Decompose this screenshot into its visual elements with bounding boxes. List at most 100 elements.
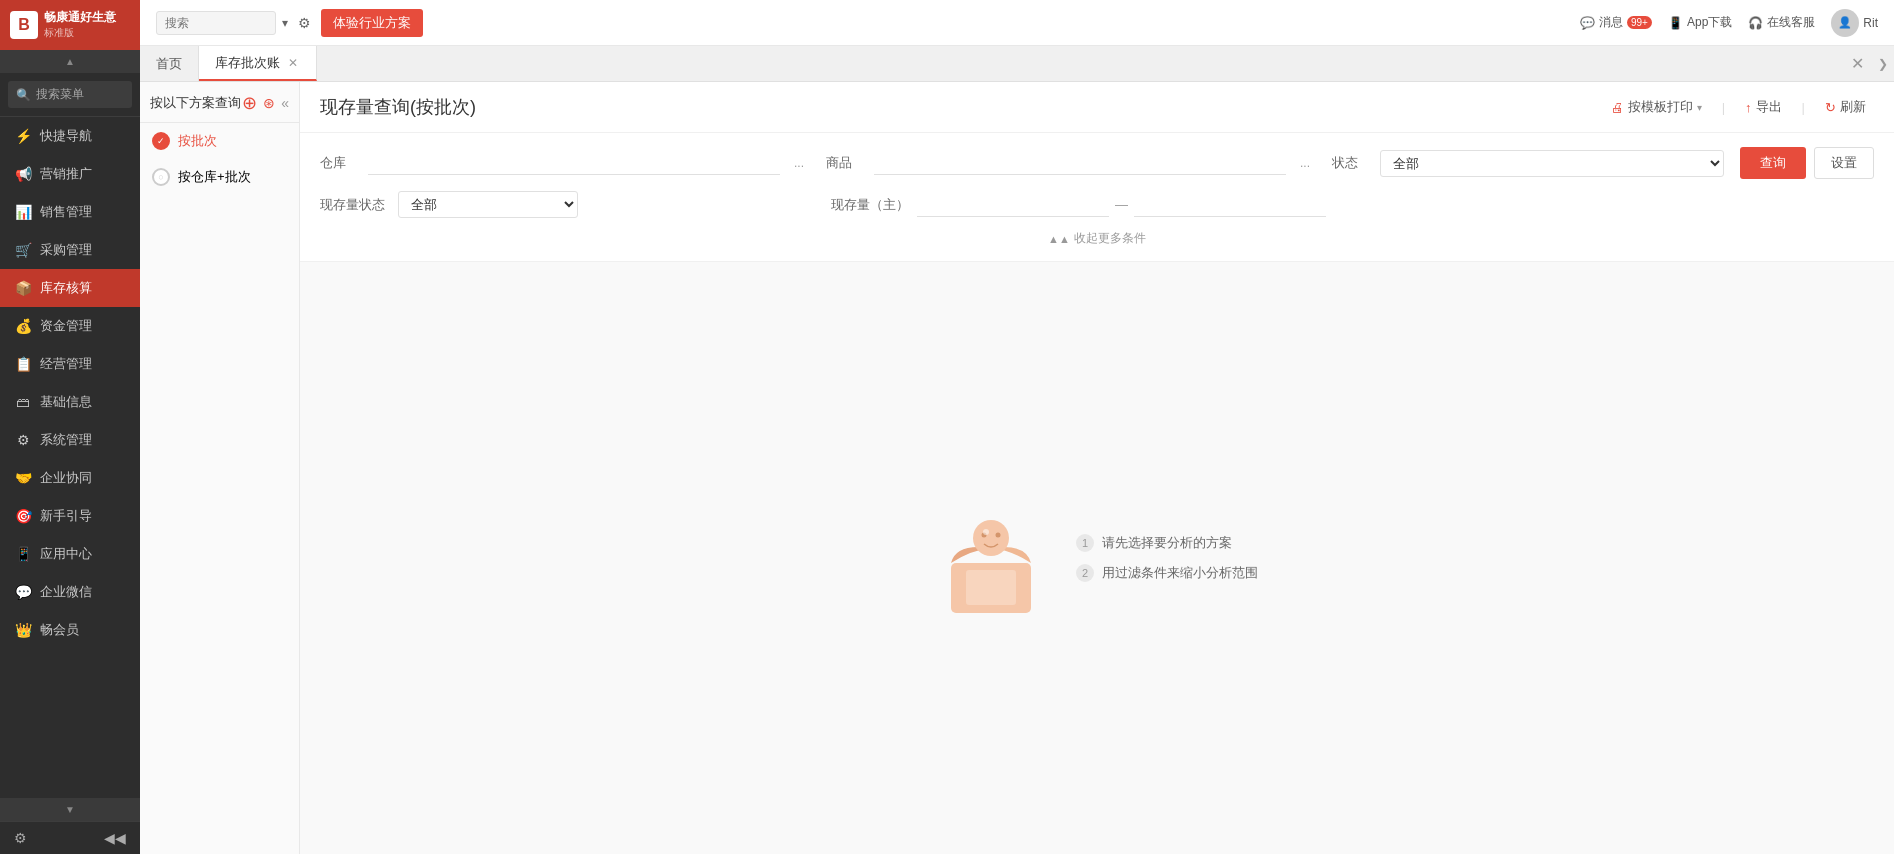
print-icon: 🖨 — [1611, 100, 1624, 115]
status-filter: 状态 全部 正常 停用 — [1332, 150, 1724, 177]
inventory-icon: 📦 — [14, 279, 32, 297]
sidebar-item-base[interactable]: 🗃 基础信息 — [0, 383, 140, 421]
scheme-settings-btn[interactable]: ⊛ — [263, 95, 275, 111]
tip-text-1: 请先选择要分析的方案 — [1102, 534, 1232, 552]
online-service-action[interactable]: 🎧 在线客服 — [1748, 14, 1815, 31]
inventory-status-select[interactable]: 全部 — [398, 191, 578, 218]
filter-row-1: 仓库 ... 商品 ... 状态 全部 正常 停用 — [320, 147, 1874, 179]
sidebar-item-inventory[interactable]: 📦 库存核算 — [0, 269, 140, 307]
collapse-filter-btn[interactable]: ▲▲ 收起更多条件 — [320, 230, 1874, 247]
tabs-bar: 首页 库存批次账 ✕ ✕ ❯ — [140, 46, 1894, 82]
empty-svg — [936, 508, 1046, 618]
divider1: | — [1722, 100, 1725, 115]
page-title: 现存量查询(按批次) — [320, 95, 476, 119]
empty-illustration — [936, 508, 1036, 608]
collapse-scheme-btn[interactable]: « — [281, 95, 289, 111]
sidebar-item-system[interactable]: ⚙ 系统管理 — [0, 421, 140, 459]
topbar-settings-btn[interactable]: ⚙ — [298, 15, 311, 31]
collapse-sidebar-icon[interactable]: ◀◀ — [104, 830, 126, 846]
sidebar-item-quick-nav[interactable]: ⚡ 快捷导航 — [0, 117, 140, 155]
base-icon: 🗃 — [14, 393, 32, 411]
sidebar-search[interactable]: 🔍 搜索菜单 — [0, 73, 140, 117]
scheme-actions: ⊕ ⊛ « — [242, 92, 289, 114]
topbar-dropdown-btn[interactable]: ▾ — [282, 16, 288, 30]
export-label: 导出 — [1756, 98, 1782, 116]
sidebar-item-operations[interactable]: 📋 经营管理 — [0, 345, 140, 383]
scheme-item-warehouse-batch[interactable]: ○ 按仓库+批次 — [140, 159, 299, 195]
topbar-search-input[interactable] — [156, 11, 276, 35]
scroll-up-btn[interactable]: ▲ — [61, 52, 79, 71]
system-icon: ⚙ — [14, 431, 32, 449]
svg-point-4 — [996, 533, 1001, 538]
action-buttons: 查询 设置 — [1740, 147, 1874, 179]
product-more-btn[interactable]: ... — [1294, 154, 1316, 172]
print-btn[interactable]: 🖨 按模板打印 ▾ — [1603, 94, 1710, 120]
inventory-min-input[interactable] — [917, 193, 1109, 217]
tab-close-inventory-batch[interactable]: ✕ — [286, 56, 300, 70]
sidebar-item-marketing[interactable]: 📢 营销推广 — [0, 155, 140, 193]
topbar-actions: 💬 消息 99+ 📱 App下载 🎧 在线客服 👤 Rit — [1580, 9, 1878, 37]
edition-label: 标准版 — [44, 26, 130, 40]
sidebar-item-newbie[interactable]: 🎯 新手引导 — [0, 497, 140, 535]
inventory-status-label: 现存量状态 — [320, 196, 390, 214]
sidebar-scroll-down[interactable]: ▼ — [0, 798, 140, 821]
product-label: 商品 — [826, 154, 866, 172]
empty-tip-2: 2 用过滤条件来缩小分析范围 — [1076, 564, 1258, 582]
warehouse-filter: 仓库 ... — [320, 151, 810, 175]
sidebar-scroll-up[interactable]: ▲ — [0, 50, 140, 73]
refresh-icon: ↻ — [1825, 100, 1836, 115]
sidebar-item-label: 库存核算 — [40, 279, 92, 297]
add-scheme-btn[interactable]: ⊕ — [242, 92, 257, 114]
user-profile[interactable]: 👤 Rit — [1831, 9, 1878, 37]
message-icon: 💬 — [1580, 16, 1595, 30]
product-input[interactable] — [874, 151, 1286, 175]
message-action[interactable]: 💬 消息 99+ — [1580, 14, 1652, 31]
warehouse-more-btn[interactable]: ... — [788, 154, 810, 172]
tab-inventory-batch[interactable]: 库存批次账 ✕ — [199, 46, 317, 81]
app-download-action[interactable]: 📱 App下载 — [1668, 14, 1732, 31]
scroll-down-btn[interactable]: ▼ — [61, 800, 79, 819]
status-label: 状态 — [1332, 154, 1372, 172]
sidebar-footer: ⚙ ◀◀ — [0, 821, 140, 854]
empty-state: 1 请先选择要分析的方案 2 用过滤条件来缩小分析范围 — [300, 262, 1894, 854]
sidebar-search-btn[interactable]: 🔍 搜索菜单 — [8, 81, 132, 108]
tip-number-2: 2 — [1076, 564, 1094, 582]
scheme-item-batch[interactable]: ✓ 按批次 — [140, 123, 299, 159]
filter-section: 仓库 ... 商品 ... 状态 全部 正常 停用 — [300, 133, 1894, 262]
tab-inventory-batch-label: 库存批次账 — [215, 54, 280, 72]
tab-home[interactable]: 首页 — [140, 46, 199, 81]
print-label: 按模板打印 — [1628, 98, 1693, 116]
scheme-panel: 按以下方案查询 ⊕ ⊛ « ✓ 按批次 ○ — [140, 82, 300, 854]
sidebar-item-member[interactable]: 👑 畅会员 — [0, 611, 140, 649]
sidebar-title-block: 畅康通好生意 标准版 — [44, 10, 130, 40]
search-icon: 🔍 — [16, 88, 31, 102]
main-area: ▾ ⚙ 体验行业方案 💬 消息 99+ 📱 App下载 🎧 在线客服 👤 — [140, 0, 1894, 854]
operations-icon: 📋 — [14, 355, 32, 373]
settings-btn[interactable]: 设置 — [1814, 147, 1874, 179]
avatar-initials: 👤 — [1838, 16, 1852, 29]
message-badge: 99+ — [1627, 16, 1652, 29]
sidebar-item-wechat[interactable]: 💬 企业微信 — [0, 573, 140, 611]
sidebar-item-finance[interactable]: 💰 资金管理 — [0, 307, 140, 345]
query-btn[interactable]: 查询 — [1740, 147, 1806, 179]
tab-panel-close-right[interactable]: ✕ — [1843, 54, 1872, 73]
svg-rect-1 — [966, 570, 1016, 605]
export-btn[interactable]: ↑ 导出 — [1737, 94, 1790, 120]
status-select[interactable]: 全部 正常 停用 — [1380, 150, 1724, 177]
sidebar-item-label: 快捷导航 — [40, 127, 92, 145]
tab-panel-chevron[interactable]: ❯ — [1872, 57, 1894, 71]
topbar-experience-btn[interactable]: 体验行业方案 — [321, 9, 423, 37]
message-label: 消息 — [1599, 14, 1623, 31]
sidebar-item-enterprise[interactable]: 🤝 企业协同 — [0, 459, 140, 497]
sidebar-item-purchase[interactable]: 🛒 采购管理 — [0, 231, 140, 269]
sidebar-item-sales[interactable]: 📊 销售管理 — [0, 193, 140, 231]
sidebar-item-label: 应用中心 — [40, 545, 92, 563]
panel-close-icon[interactable]: ✕ — [1851, 54, 1864, 73]
warehouse-input[interactable] — [368, 151, 780, 175]
sidebar-item-app-center[interactable]: 📱 应用中心 — [0, 535, 140, 573]
online-service-label: 在线客服 — [1767, 14, 1815, 31]
topbar: ▾ ⚙ 体验行业方案 💬 消息 99+ 📱 App下载 🎧 在线客服 👤 — [140, 0, 1894, 46]
refresh-btn[interactable]: ↻ 刷新 — [1817, 94, 1874, 120]
settings-footer-icon[interactable]: ⚙ — [14, 830, 27, 846]
inventory-max-input[interactable] — [1134, 193, 1326, 217]
